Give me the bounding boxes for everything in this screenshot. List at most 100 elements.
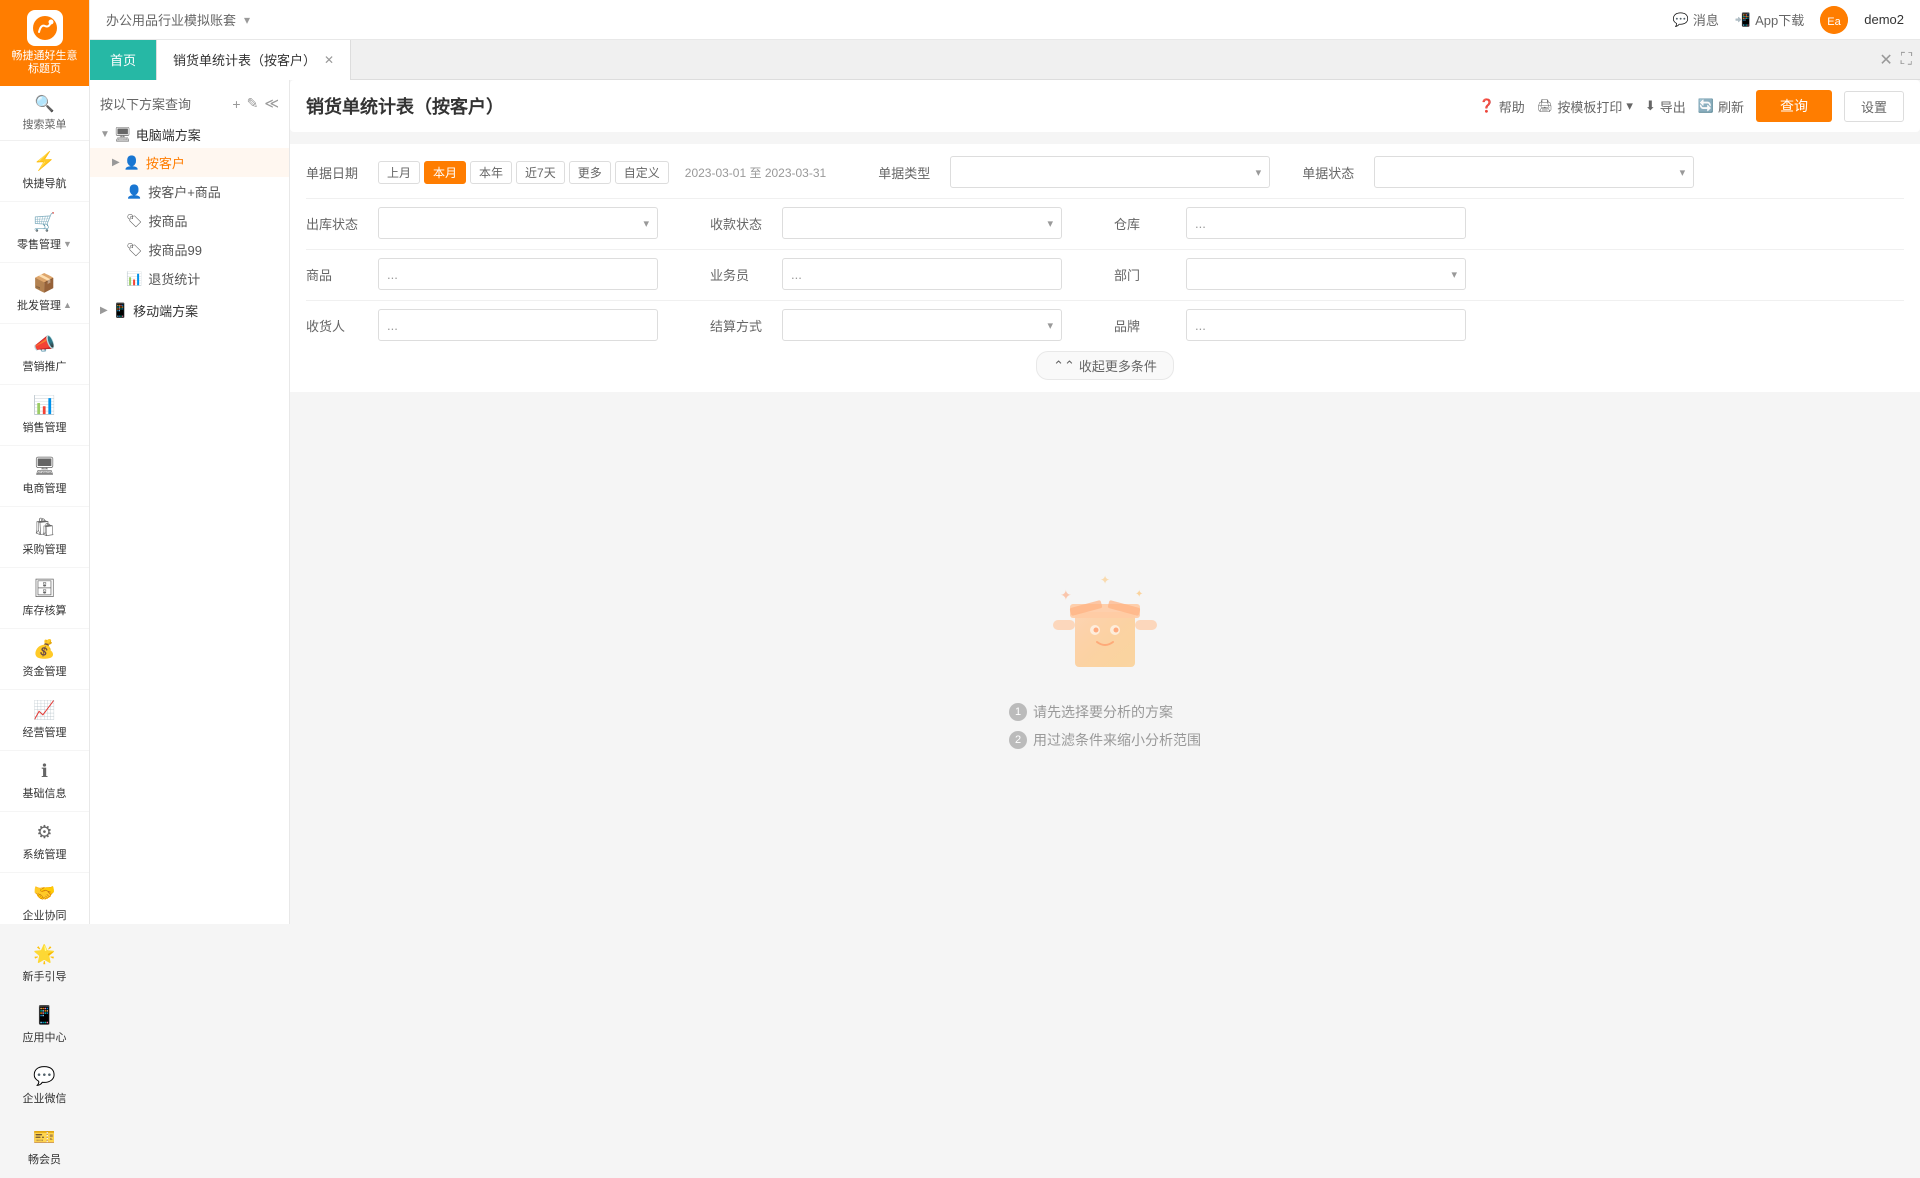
sidebar-item-marketing[interactable]: 📣 营销推广: [0, 324, 89, 385]
scheme-goods99-icon: 🏷: [126, 242, 143, 258]
collapse-row: ⌃⌃ 收起更多条件: [306, 351, 1904, 380]
inventory-icon: 🗄: [33, 578, 56, 599]
scheme-goods-icon: 🏷: [126, 213, 143, 229]
sidebar-item-retail[interactable]: 🛒 零售管理 ▼: [0, 202, 89, 263]
scheme-item-by-goods[interactable]: 🏷 按商品: [90, 206, 289, 235]
scheme-panel: 按以下方案查询 + ✎ ≪ ▼ 🖥 电脑端方案 ▶ 👤 按客户: [90, 80, 290, 924]
scheme-collapse-button[interactable]: ≪: [264, 95, 279, 112]
collapse-button[interactable]: ⌃⌃ 收起更多条件: [1036, 351, 1174, 380]
refresh-label: 刷新: [1718, 97, 1744, 116]
tab-home[interactable]: 首页: [90, 40, 157, 80]
page-header: 销货单统计表（按客户） ❓ 帮助 🖨 按模板打印 ▾ ⬇ 导出: [290, 80, 1920, 132]
tab-bar-expand-icon[interactable]: ⛶: [1901, 51, 1912, 69]
tab-sales-stat[interactable]: 销货单统计表（按客户） ✕: [157, 40, 351, 80]
scheme-panel-actions: + ✎ ≪: [232, 95, 279, 112]
sidebar-item-basic[interactable]: ℹ 基础信息: [0, 751, 89, 812]
scheme-item-by-customer-goods[interactable]: 👤 按客户+商品: [90, 177, 289, 206]
scheme-item-return-stat[interactable]: 📊 退货统计: [90, 264, 289, 293]
svg-text:✦: ✦: [1135, 589, 1143, 600]
user-name[interactable]: demo2: [1864, 12, 1904, 27]
filter-row-date: 单据日期 上月 本月 本年 近7天 更多 自定义 2023-03-01 至 20…: [306, 156, 1904, 188]
export-button[interactable]: ⬇ 导出: [1645, 97, 1686, 116]
scheme-bar-chart-icon: 📊: [126, 271, 142, 287]
sidebar-item-enterprise[interactable]: 🤝 企业协同: [0, 873, 89, 934]
settlement-arrow: ▾: [1047, 319, 1053, 332]
topbar: 办公用品行业模拟账套 ▾ 💬 消息 📲 App下载 demo2: [90, 0, 1920, 40]
ecommerce-icon: 🖥: [33, 456, 56, 477]
scheme-item-label-4: 按商品99: [149, 240, 202, 259]
sidebar-item-purchase[interactable]: 🛍 采购管理: [0, 507, 89, 568]
date-btn-custom[interactable]: 自定义: [615, 161, 669, 184]
sidebar-item-system[interactable]: ⚙ 系统管理: [0, 812, 89, 873]
message-button[interactable]: 💬 消息: [1673, 10, 1719, 29]
department-label: 部门: [1114, 265, 1174, 284]
template-print-arrow: ▾: [1626, 98, 1633, 114]
sidebar-item-finance[interactable]: 💰 资金管理: [0, 629, 89, 690]
quick-nav-icon: ⚡: [33, 151, 55, 172]
message-label: 消息: [1693, 10, 1719, 29]
sidebar-item-inventory[interactable]: 🗄 库存核算: [0, 568, 89, 629]
mobile-icon: 📱: [112, 302, 129, 319]
date-btn-this-year[interactable]: 本年: [470, 161, 512, 184]
topbar-dropdown-icon[interactable]: ▾: [244, 13, 250, 27]
warehouse-select[interactable]: ...: [1186, 207, 1466, 239]
sidebar-logo[interactable]: 畅捷通好生意 标题页: [0, 0, 89, 86]
payment-status-select[interactable]: ▾: [782, 207, 1062, 239]
sidebar-item-newbie[interactable]: 🌟 新手引导: [0, 934, 89, 995]
tab-close-icon[interactable]: ✕: [324, 53, 334, 67]
empty-hint-2: 2 用过滤条件来缩小分析范围: [1009, 726, 1201, 754]
department-select[interactable]: ▾: [1186, 258, 1466, 290]
logo-text: 畅捷通好生意 标题页: [12, 50, 78, 76]
sidebar-item-member[interactable]: 🎫 畅会员: [0, 1117, 89, 1178]
scheme-group-mobile-header[interactable]: ▶ 📱 移动端方案: [90, 297, 289, 324]
sidebar-item-ecommerce[interactable]: 🖥 电商管理: [0, 446, 89, 507]
scheme-edit-button[interactable]: ✎: [247, 95, 259, 112]
basic-icon: ℹ: [41, 761, 48, 782]
empty-area: ✦ ✦ ✦ 1 请先选择要分析的方案 2 用过滤条件来缩小分析范围: [290, 392, 1920, 924]
enterprise-label: 企业协同: [23, 907, 67, 923]
avatar[interactable]: [1820, 6, 1848, 34]
tab-sales-stat-label: 销货单统计表（按客户）: [173, 50, 316, 69]
sidebar-item-wholesale[interactable]: 📦 批发管理 ▲: [0, 263, 89, 324]
scheme-panel-header: 按以下方案查询 + ✎ ≪: [90, 90, 289, 121]
template-print-button[interactable]: 🖨 按模板打印 ▾: [1537, 97, 1633, 116]
help-icon: ❓: [1479, 98, 1495, 114]
date-btn-this-month[interactable]: 本月: [424, 161, 466, 184]
salesperson-select[interactable]: ...: [782, 258, 1062, 290]
scheme-add-button[interactable]: +: [232, 96, 240, 112]
sidebar-item-operation[interactable]: 📈 经营管理: [0, 690, 89, 751]
scheme-item-by-goods-99[interactable]: 🏷 按商品99: [90, 235, 289, 264]
tab-bar-close-icon[interactable]: ✕: [1879, 50, 1892, 70]
quick-nav-label: 快捷导航: [23, 175, 67, 191]
newbie-label: 新手引导: [23, 968, 67, 984]
setting-button[interactable]: 设置: [1844, 91, 1904, 122]
topbar-right: 💬 消息 📲 App下载 demo2: [1673, 6, 1904, 34]
recipient-placeholder: ...: [387, 318, 398, 333]
date-btn-last-7[interactable]: 近7天: [516, 161, 565, 184]
date-btn-last-month[interactable]: 上月: [378, 161, 420, 184]
refresh-button[interactable]: 🔄 刷新: [1698, 97, 1744, 116]
recipient-select[interactable]: ...: [378, 309, 658, 341]
sidebar-item-sales[interactable]: 📊 销售管理: [0, 385, 89, 446]
date-btn-more[interactable]: 更多: [569, 161, 611, 184]
app-download-button[interactable]: 📲 App下载: [1735, 10, 1804, 29]
main-area: 办公用品行业模拟账套 ▾ 💬 消息 📲 App下载 demo2 首页 销货单统计…: [90, 0, 1920, 924]
bill-status-select[interactable]: ▾: [1374, 156, 1694, 188]
sidebar-item-corp-wechat[interactable]: 💬 企业微信: [0, 1056, 89, 1117]
scheme-person-goods-icon: 👤: [126, 184, 142, 200]
scheme-item-by-customer[interactable]: ▶ 👤 按客户: [90, 148, 289, 177]
brand-select[interactable]: ...: [1186, 309, 1466, 341]
purchase-label: 采购管理: [23, 541, 67, 557]
sidebar-quick-nav[interactable]: ⚡ 快捷导航: [0, 141, 89, 202]
bill-type-select[interactable]: ▾: [950, 156, 1270, 188]
sidebar-search[interactable]: 🔍 搜索菜单: [0, 86, 89, 141]
settlement-select[interactable]: ▾: [782, 309, 1062, 341]
scheme-group-desktop-header[interactable]: ▼ 🖥 电脑端方案: [90, 121, 289, 148]
query-button[interactable]: 查询: [1756, 90, 1832, 122]
ship-status-select[interactable]: ▾: [378, 207, 658, 239]
salesperson-label: 业务员: [710, 265, 770, 284]
goods-select[interactable]: ...: [378, 258, 658, 290]
app-center-icon: 📱: [33, 1005, 55, 1026]
sidebar-item-app-center[interactable]: 📱 应用中心: [0, 995, 89, 1056]
help-button[interactable]: ❓ 帮助: [1479, 97, 1525, 116]
